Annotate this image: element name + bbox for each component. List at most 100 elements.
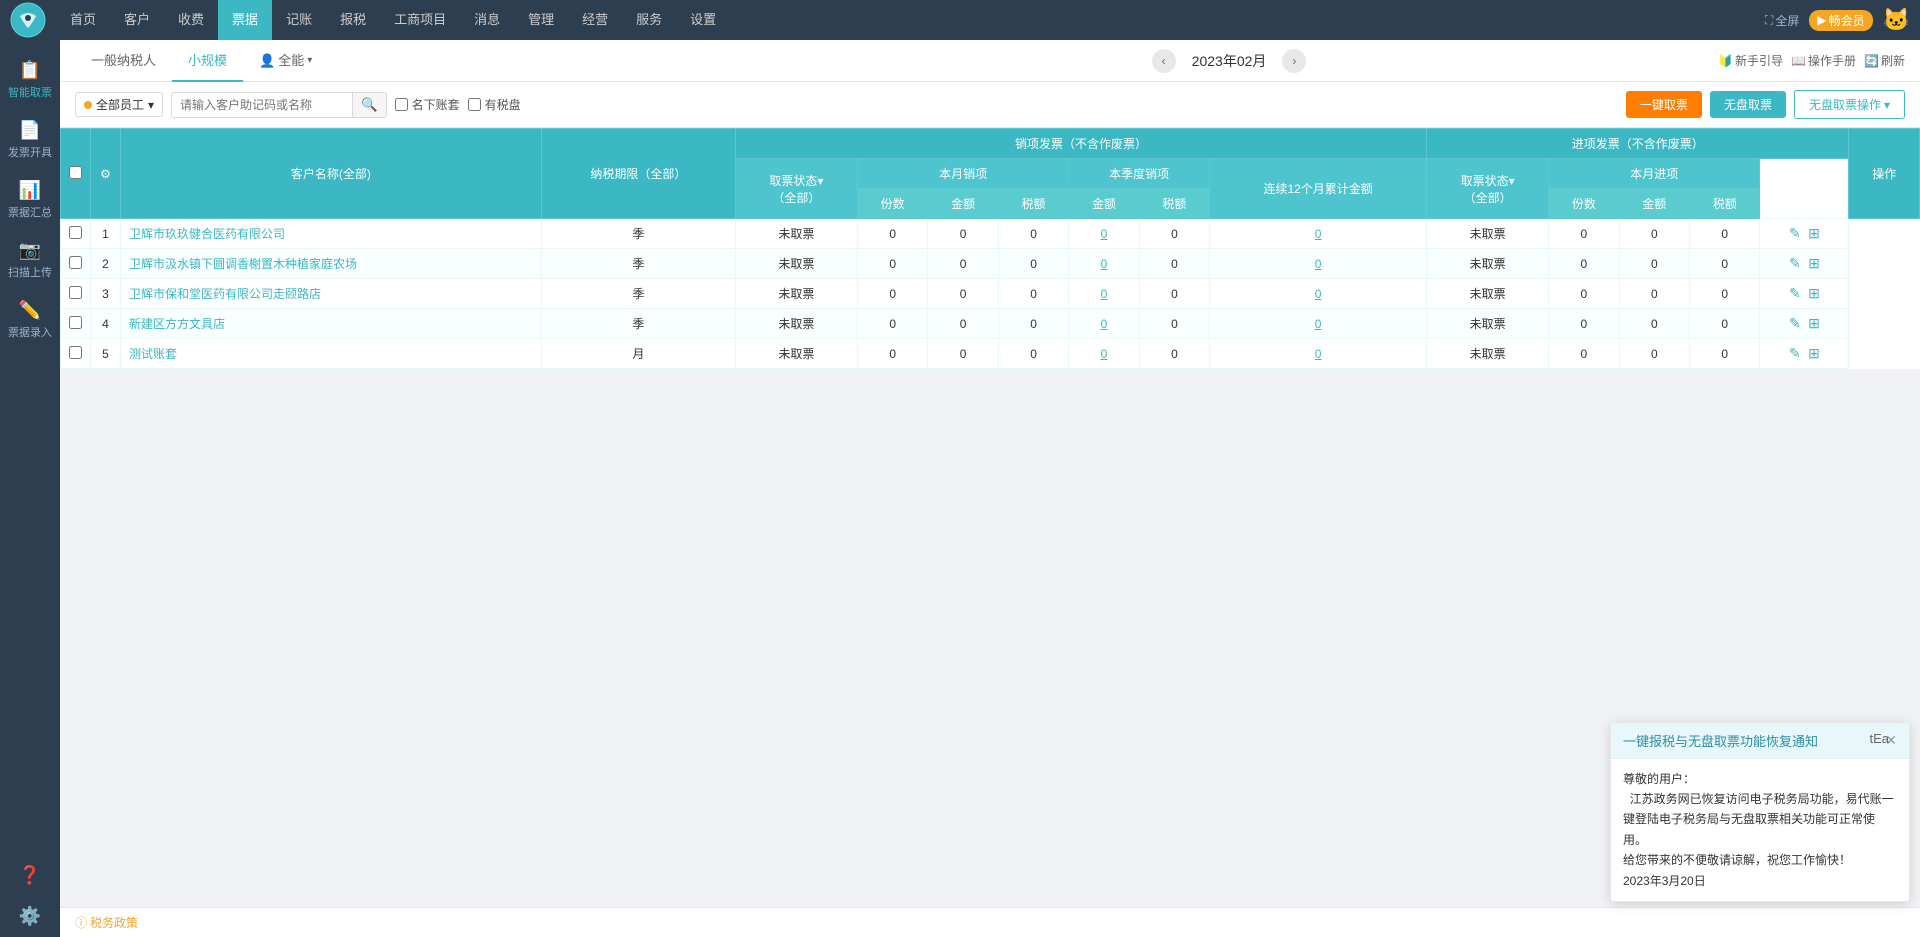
row-quarter-tax-sales: 0 — [1139, 279, 1209, 309]
next-period-btn[interactable]: › — [1282, 49, 1306, 73]
nav-customer[interactable]: 客户 — [110, 0, 164, 40]
row-cumulative-amount[interactable]: 0 — [1210, 219, 1427, 249]
row-select-checkbox[interactable] — [69, 316, 82, 329]
row-cumulative-amount[interactable]: 0 — [1210, 339, 1427, 369]
edit-icon[interactable]: ✎ — [1789, 315, 1801, 331]
row-quarter-amount-sales[interactable]: 0 — [1069, 249, 1139, 279]
nav-tax[interactable]: 报税 — [326, 0, 380, 40]
user-avatar[interactable]: 🐱 — [1883, 7, 1910, 33]
row-month-copies-purchase: 0 — [1549, 279, 1619, 309]
logo[interactable] — [10, 2, 46, 38]
row-quarter-amount-sales[interactable]: 0 — [1069, 219, 1139, 249]
tab-small-scale[interactable]: 小规模 — [172, 40, 243, 82]
row-select-checkbox[interactable] — [69, 346, 82, 359]
row-select-checkbox[interactable] — [69, 286, 82, 299]
row-month-tax-purchase: 0 — [1690, 279, 1760, 309]
nav-business[interactable]: 工商项目 — [380, 0, 460, 40]
account-checkbox-label[interactable]: 名下账套 — [395, 96, 460, 113]
sidebar-item-invoice-issue[interactable]: 📄 发票开具 — [0, 110, 60, 170]
taxdisc-checkbox-label[interactable]: 有税盘 — [468, 96, 521, 113]
header-ticket-status-purchase[interactable]: 取票状态▾ （全部） — [1427, 159, 1549, 219]
row-customer[interactable]: 卫辉市汲水镇下圆调香榭置木种植家庭农场 — [121, 249, 542, 279]
tab-all[interactable]: 👤 全能 ▾ — [243, 40, 328, 82]
row-month-copies-sales: 0 — [857, 219, 927, 249]
row-quarter-amount-sales[interactable]: 0 — [1069, 279, 1139, 309]
table-row: 1 卫辉市玖玖健合医药有限公司 季 未取票 0 0 0 0 0 0 未取票 0 … — [61, 219, 1920, 249]
view-icon[interactable]: ⊞ — [1808, 315, 1820, 331]
settings-icon: ⚙️ — [19, 906, 41, 927]
nav-operate[interactable]: 经营 — [568, 0, 622, 40]
new-guide-link[interactable]: 🔰 新手引导 — [1718, 52, 1783, 69]
sidebar-item-settings[interactable]: ⚙️ — [19, 896, 41, 937]
sidebar-item-help[interactable]: ❓ — [19, 855, 41, 896]
edit-icon[interactable]: ✎ — [1789, 225, 1801, 241]
view-icon[interactable]: ⊞ — [1808, 345, 1820, 361]
row-customer[interactable]: 新建区方方文具店 — [121, 309, 542, 339]
nav-home[interactable]: 首页 — [56, 0, 110, 40]
no-disc-ops-btn[interactable]: 无盘取票操作 ▾ — [1794, 90, 1905, 119]
row-checkbox[interactable] — [61, 249, 91, 279]
row-actions: ✎ ⊞ — [1760, 279, 1849, 309]
row-ticket-status-sales: 未取票 — [735, 219, 857, 249]
prev-period-btn[interactable]: ‹ — [1152, 49, 1176, 73]
refresh-link[interactable]: 🔄 刷新 — [1864, 52, 1905, 69]
invoice-entry-icon: ✏️ — [19, 300, 41, 321]
search-input[interactable] — [172, 94, 352, 116]
row-quarter-amount-sales[interactable]: 0 — [1069, 309, 1139, 339]
chevron-down-icon: ▾ — [148, 98, 154, 112]
nav-service[interactable]: 服务 — [622, 0, 676, 40]
row-cumulative-amount[interactable]: 0 — [1210, 249, 1427, 279]
top-navigation: 首页 客户 收费 票据 记账 报税 工商项目 消息 管理 经营 服务 设置 ⛶ … — [0, 0, 1920, 40]
row-cumulative-amount[interactable]: 0 — [1210, 309, 1427, 339]
sidebar-item-invoice-entry[interactable]: ✏️ 票据录入 — [0, 290, 60, 350]
header-amount-sales-month: 金额 — [928, 189, 998, 219]
edit-icon[interactable]: ✎ — [1789, 285, 1801, 301]
header-ticket-status-sales[interactable]: 取票状态▾ （全部） — [735, 159, 857, 219]
tab-general-taxpayer[interactable]: 一般纳税人 — [75, 40, 172, 82]
header-select-all[interactable] — [61, 129, 91, 219]
tax-policy-link[interactable]: ⓘ 税务政策 — [75, 914, 138, 931]
nav-bookkeeping[interactable]: 记账 — [272, 0, 326, 40]
row-customer[interactable]: 卫辉市保和堂医药有限公司走颐路店 — [121, 279, 542, 309]
sidebar-item-smart-ticket[interactable]: 📋 智能取票 — [0, 50, 60, 110]
edit-icon[interactable]: ✎ — [1789, 255, 1801, 271]
row-cumulative-amount[interactable]: 0 — [1210, 279, 1427, 309]
row-select-checkbox[interactable] — [69, 226, 82, 239]
taxdisc-checkbox[interactable] — [468, 98, 481, 111]
row-select-checkbox[interactable] — [69, 256, 82, 269]
row-month-copies-sales: 0 — [857, 249, 927, 279]
no-disc-ticket-btn[interactable]: 无盘取票 — [1710, 91, 1786, 118]
sidebar-item-invoice-summary[interactable]: 📊 票据汇总 — [0, 170, 60, 230]
edit-icon[interactable]: ✎ — [1789, 345, 1801, 361]
one-key-ticket-btn[interactable]: 一键取票 — [1626, 91, 1702, 118]
row-customer[interactable]: 测试账套 — [121, 339, 542, 369]
header-settings[interactable]: ⚙ — [91, 129, 121, 219]
row-customer[interactable]: 卫辉市玖玖健合医药有限公司 — [121, 219, 542, 249]
view-icon[interactable]: ⊞ — [1808, 225, 1820, 241]
select-all-checkbox[interactable] — [69, 166, 82, 179]
nav-settings[interactable]: 设置 — [676, 0, 730, 40]
header-customer: 客户名称(全部) — [121, 129, 542, 219]
row-ticket-status-sales: 未取票 — [735, 309, 857, 339]
nav-invoice[interactable]: 票据 — [218, 0, 272, 40]
fullscreen-btn[interactable]: ⛶ 全屏 — [1765, 12, 1799, 29]
employee-filter[interactable]: 全部员工 ▾ — [75, 92, 163, 117]
vip-button[interactable]: ▶ 畅会员 — [1809, 10, 1872, 31]
row-quarter-amount-sales[interactable]: 0 — [1069, 339, 1139, 369]
row-month-tax-sales: 0 — [998, 249, 1068, 279]
row-checkbox[interactable] — [61, 339, 91, 369]
search-button[interactable]: 🔍 — [352, 93, 386, 117]
account-checkbox[interactable] — [395, 98, 408, 111]
view-icon[interactable]: ⊞ — [1808, 285, 1820, 301]
row-num: 1 — [91, 219, 121, 249]
manual-link[interactable]: 📖 操作手册 — [1791, 52, 1856, 69]
view-icon[interactable]: ⊞ — [1808, 255, 1820, 271]
nav-charge[interactable]: 收费 — [164, 0, 218, 40]
row-checkbox[interactable] — [61, 279, 91, 309]
sidebar-item-scan-upload[interactable]: 📷 扫描上传 — [0, 230, 60, 290]
nav-manage[interactable]: 管理 — [514, 0, 568, 40]
nav-message[interactable]: 消息 — [460, 0, 514, 40]
guide-icon: 🔰 — [1718, 54, 1733, 68]
row-checkbox[interactable] — [61, 309, 91, 339]
row-checkbox[interactable] — [61, 219, 91, 249]
